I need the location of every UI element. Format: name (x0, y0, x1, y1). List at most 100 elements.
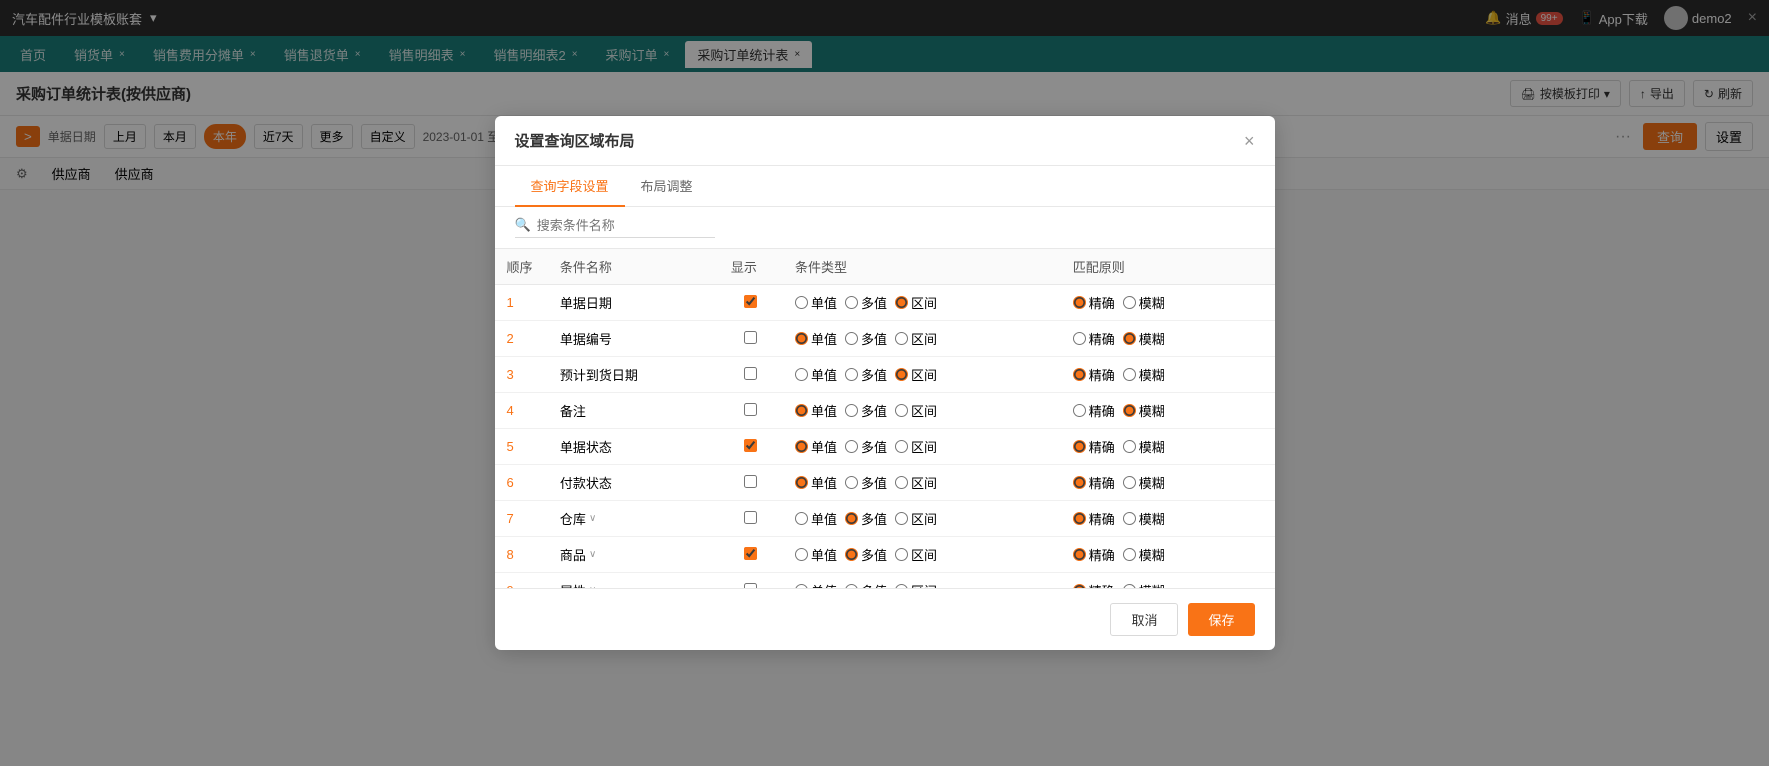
cell-rule: 精确 模糊 (1061, 573, 1275, 589)
rule-radio-fuzzy[interactable]: 模糊 (1123, 401, 1165, 420)
type-radio-range[interactable]: 区间 (895, 473, 937, 492)
table-row: 5单据状态单值多值区间精确模糊 (495, 429, 1275, 465)
rule-radio-fuzzy[interactable]: 模糊 (1123, 437, 1165, 456)
type-radio-single[interactable]: 单值 (795, 545, 837, 564)
cell-type: 单值多值区间 (783, 321, 1061, 357)
table-scroll[interactable]: 顺序 条件名称 显示 条件类型 匹配原则 1单据日期单值多值区间精确模糊2单据编… (495, 248, 1275, 588)
save-btn[interactable]: 保存 (1188, 603, 1254, 636)
table-row: 9属性∨单值多值区间精确模糊 (495, 573, 1275, 589)
rule-radio-exact[interactable]: 精确 (1073, 329, 1115, 348)
cell-name: 仓库∨ (548, 501, 719, 537)
type-radio-single[interactable]: 单值 (795, 329, 837, 348)
type-radio-range[interactable]: 区间 (895, 437, 937, 456)
type-radio-single[interactable]: 单值 (795, 509, 837, 528)
cell-type: 单值多值区间 (783, 393, 1061, 429)
cell-show (719, 429, 783, 465)
rule-radio-exact[interactable]: 精确 (1073, 365, 1115, 384)
cell-name: 单据状态 (548, 429, 719, 465)
rule-radio-fuzzy[interactable]: 模糊 (1123, 365, 1165, 384)
modal-close-btn[interactable]: × (1244, 132, 1255, 150)
rule-radio-exact[interactable]: 精确 (1073, 545, 1115, 564)
chevron-down-icon: ∨ (589, 549, 596, 560)
rule-radio-fuzzy[interactable]: 模糊 (1123, 581, 1165, 588)
type-radio-multi[interactable]: 多值 (845, 581, 887, 588)
type-radio-single[interactable]: 单值 (795, 437, 837, 456)
cell-order: 6 (495, 465, 548, 501)
modal-title: 设置查询区域布局 (515, 130, 635, 151)
type-radio-multi[interactable]: 多值 (845, 545, 887, 564)
modal-header: 设置查询区域布局 × (495, 116, 1275, 166)
type-radio-multi[interactable]: 多值 (845, 329, 887, 348)
cell-name: 付款状态 (548, 465, 719, 501)
cell-order: 4 (495, 393, 548, 429)
chevron-down-icon: ∨ (589, 513, 596, 524)
type-radio-range[interactable]: 区间 (895, 293, 937, 312)
cell-rule: 精确模糊 (1061, 501, 1275, 537)
modal-tab-field-settings[interactable]: 查询字段设置 (515, 166, 625, 207)
cell-rule: 精确模糊 (1061, 393, 1275, 429)
rule-radio-exact[interactable]: 精确 (1073, 473, 1115, 492)
modal-tabs: 查询字段设置 布局调整 (495, 166, 1275, 207)
rule-radio-fuzzy[interactable]: 模糊 (1123, 545, 1165, 564)
type-radio-single[interactable]: 单值 (795, 365, 837, 384)
show-checkbox[interactable] (744, 367, 757, 380)
show-checkbox[interactable] (744, 547, 757, 560)
rule-radio-exact[interactable]: 精确 (1073, 509, 1115, 528)
show-checkbox[interactable] (744, 475, 757, 488)
cell-rule: 精确模糊 (1061, 537, 1275, 573)
cell-show (719, 357, 783, 393)
cell-show (719, 465, 783, 501)
show-checkbox[interactable] (744, 331, 757, 344)
type-radio-range[interactable]: 区间 (895, 545, 937, 564)
search-icon: 🔍 (515, 217, 531, 233)
type-radio-multi[interactable]: 多值 (845, 365, 887, 384)
rule-radio-fuzzy[interactable]: 模糊 (1123, 473, 1165, 492)
type-radio-single[interactable]: 单值 (795, 293, 837, 312)
search-input[interactable] (537, 218, 697, 233)
cell-order: 1 (495, 285, 548, 321)
rule-radio-exact[interactable]: 精确 (1073, 293, 1115, 312)
type-radio-range[interactable]: 区间 (895, 365, 937, 384)
rule-radio-fuzzy[interactable]: 模糊 (1123, 293, 1165, 312)
rule-radio-fuzzy[interactable]: 模糊 (1123, 329, 1165, 348)
type-radio-single[interactable]: 单值 (795, 581, 837, 588)
cell-order: 7 (495, 501, 548, 537)
rule-radio-fuzzy[interactable]: 模糊 (1123, 509, 1165, 528)
rule-radio-exact[interactable]: 精确 (1073, 437, 1115, 456)
cell-name: 单据日期 (548, 285, 719, 321)
show-checkbox[interactable] (744, 295, 757, 308)
type-radio-multi[interactable]: 多值 (845, 401, 887, 420)
th-rule: 匹配原则 (1061, 249, 1275, 285)
type-radio-multi[interactable]: 多值 (845, 509, 887, 528)
cell-type: 单值多值区间 (783, 285, 1061, 321)
type-radio-multi[interactable]: 多值 (845, 293, 887, 312)
modal-table-area: 顺序 条件名称 显示 条件类型 匹配原则 1单据日期单值多值区间精确模糊2单据编… (495, 248, 1275, 588)
search-box: 🔍 (515, 217, 715, 238)
show-checkbox[interactable] (744, 403, 757, 416)
cell-show (719, 393, 783, 429)
rule-radio-exact[interactable]: 精确 (1073, 401, 1115, 420)
th-type: 条件类型 (783, 249, 1061, 285)
rule-radio-exact[interactable]: 精确 (1073, 581, 1115, 588)
cancel-btn[interactable]: 取消 (1110, 603, 1178, 636)
cell-name: 商品∨ (548, 537, 719, 573)
type-radio-range[interactable]: 区间 (895, 581, 937, 588)
cell-show (719, 537, 783, 573)
type-radio-single[interactable]: 单值 (795, 401, 837, 420)
type-radio-multi[interactable]: 多值 (845, 473, 887, 492)
type-radio-range[interactable]: 区间 (895, 329, 937, 348)
type-radio-multi[interactable]: 多值 (845, 437, 887, 456)
type-radio-range[interactable]: 区间 (895, 509, 937, 528)
condition-name: 商品 (560, 545, 586, 564)
show-checkbox[interactable] (744, 511, 757, 524)
type-radio-range[interactable]: 区间 (895, 401, 937, 420)
cell-show (719, 285, 783, 321)
modal-tab-layout[interactable]: 布局调整 (625, 166, 709, 207)
cell-show (719, 501, 783, 537)
show-checkbox[interactable] (744, 439, 757, 452)
type-radio-single[interactable]: 单值 (795, 473, 837, 492)
cell-rule: 精确模糊 (1061, 321, 1275, 357)
table-row: 2单据编号单值多值区间精确模糊 (495, 321, 1275, 357)
cell-type: 单值多值区间 (783, 357, 1061, 393)
cell-name: 属性∨ (548, 573, 719, 589)
